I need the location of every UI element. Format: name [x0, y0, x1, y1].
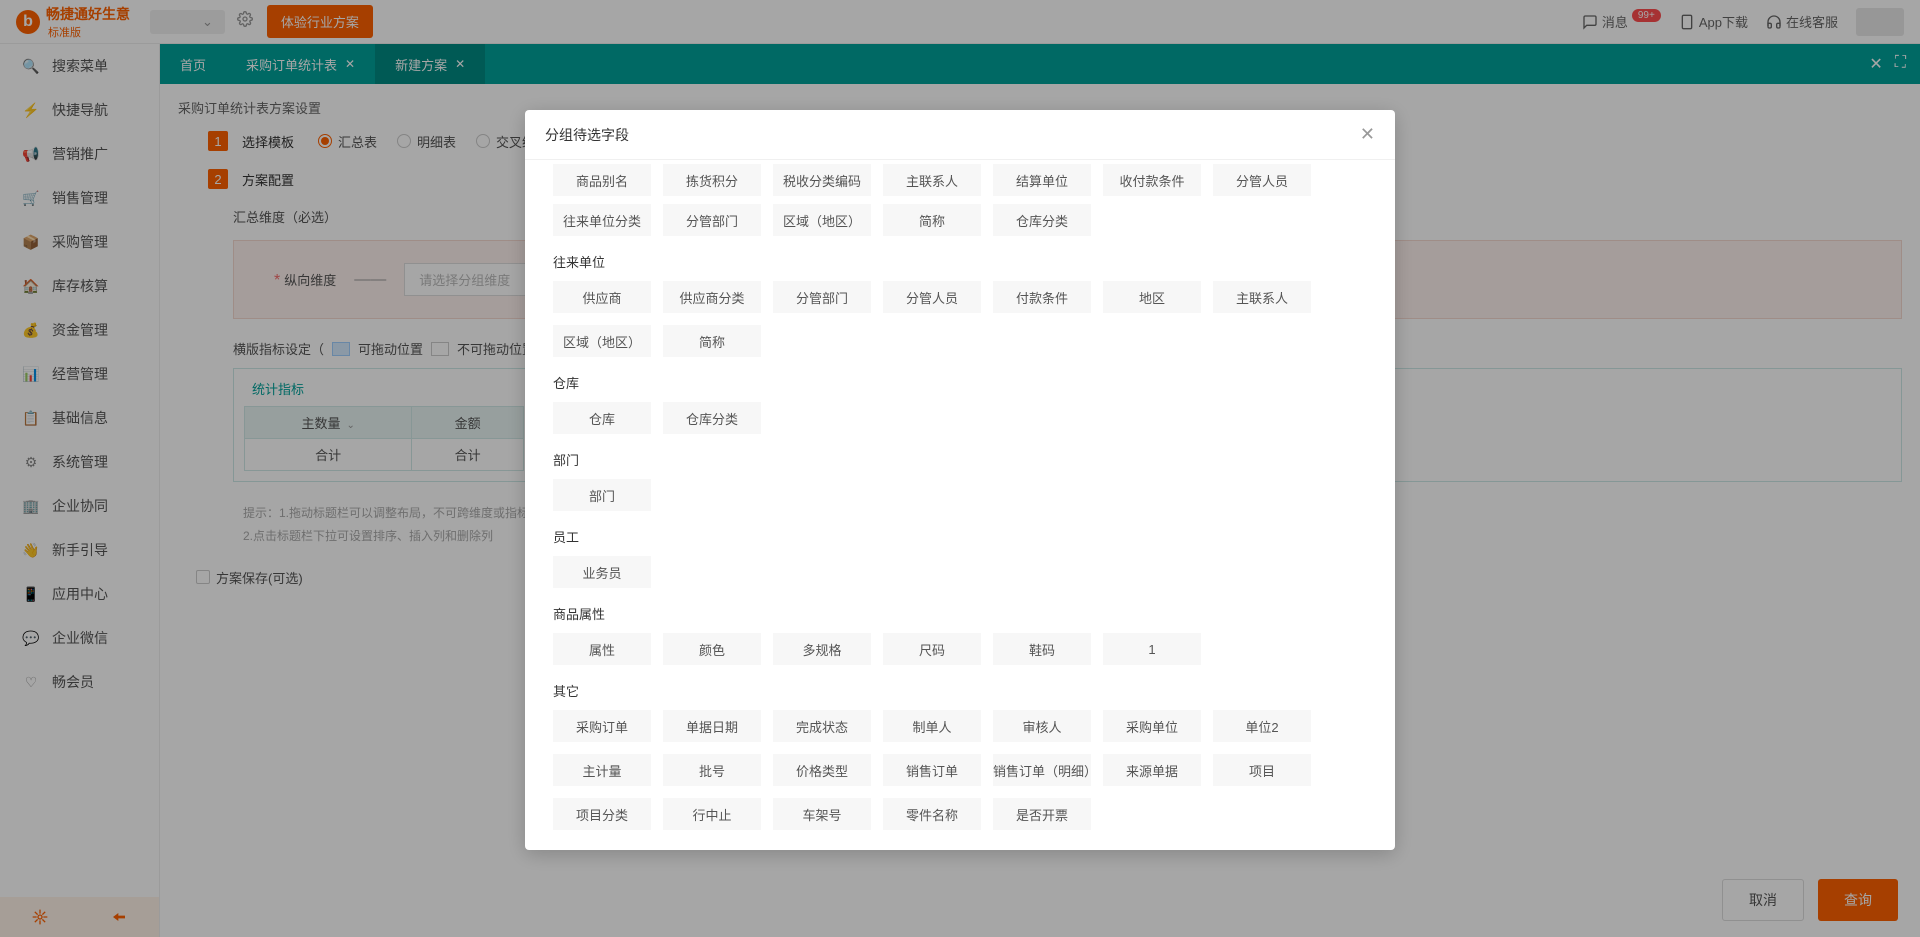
field-row: 商品别名拣货积分税收分类编码主联系人结算单位收付款条件分管人员 [553, 164, 1367, 196]
field-option[interactable]: 审核人 [993, 710, 1091, 742]
field-option[interactable]: 拣货积分 [663, 164, 761, 196]
field-option[interactable]: 供应商分类 [663, 281, 761, 313]
group-title: 仓库 [553, 373, 1367, 392]
field-option[interactable]: 主联系人 [1213, 281, 1311, 313]
field-option[interactable]: 仓库 [553, 402, 651, 434]
field-option[interactable]: 尺码 [883, 633, 981, 665]
field-option[interactable]: 是否开票 [993, 798, 1091, 830]
group-title: 商品属性 [553, 604, 1367, 623]
field-row: 属性颜色多规格尺码鞋码 1 [553, 633, 1367, 665]
field-option[interactable]: 批号 [663, 754, 761, 786]
field-option[interactable]: 付款条件 [993, 281, 1091, 313]
field-option[interactable]: 车架号 [773, 798, 871, 830]
field-option[interactable]: 商品别名 [553, 164, 651, 196]
field-option[interactable]: 简称 [883, 204, 981, 236]
field-option[interactable]: 区域（地区） [773, 204, 871, 236]
field-option[interactable]: 简称 [663, 325, 761, 357]
field-row: 往来单位分类分管部门区域（地区） 简称仓库分类 [553, 204, 1367, 236]
field-option[interactable]: 多规格 [773, 633, 871, 665]
field-option[interactable]: 业务员 [553, 556, 651, 588]
field-option[interactable]: 分管人员 [883, 281, 981, 313]
group-title: 往来单位 [553, 252, 1367, 271]
field-option[interactable]: 行中止 [663, 798, 761, 830]
group-title: 部门 [553, 450, 1367, 469]
field-option[interactable]: 往来单位分类 [553, 204, 651, 236]
modal-header: 分组待选字段 ✕ [525, 110, 1395, 160]
field-row: 采购订单单据日期完成状态制单人审核人采购单位单位2 主计量批号价格类型销售订单销售… [553, 710, 1367, 830]
field-option[interactable]: 项目 [1213, 754, 1311, 786]
field-option[interactable]: 销售订单 [883, 754, 981, 786]
field-option[interactable]: 结算单位 [993, 164, 1091, 196]
field-option[interactable]: 供应商 [553, 281, 651, 313]
horizontal-scrollbar[interactable] [525, 840, 1395, 850]
field-option[interactable]: 区域（地区） [553, 325, 651, 357]
field-option[interactable]: 单据日期 [663, 710, 761, 742]
field-option[interactable]: 地区 [1103, 281, 1201, 313]
field-option[interactable]: 主联系人 [883, 164, 981, 196]
field-option[interactable]: 仓库分类 [663, 402, 761, 434]
field-option[interactable]: 采购单位 [1103, 710, 1201, 742]
field-option[interactable]: 完成状态 [773, 710, 871, 742]
modal-body: 商品别名拣货积分税收分类编码主联系人结算单位收付款条件分管人员往来单位分类分管部… [525, 160, 1395, 840]
field-selection-modal: 分组待选字段 ✕ 商品别名拣货积分税收分类编码主联系人结算单位收付款条件分管人员… [525, 110, 1395, 850]
field-option[interactable]: 项目分类 [553, 798, 651, 830]
field-option[interactable]: 属性 [553, 633, 651, 665]
field-option[interactable]: 颜色 [663, 633, 761, 665]
field-row: 供应商供应商分类分管部门分管人员付款条件地区主联系人区域（地区） 简称 [553, 281, 1367, 357]
field-option[interactable]: 采购订单 [553, 710, 651, 742]
field-option[interactable]: 零件名称 [883, 798, 981, 830]
field-option[interactable]: 制单人 [883, 710, 981, 742]
field-option[interactable]: 销售订单（明细） [993, 754, 1091, 786]
field-option[interactable]: 价格类型 [773, 754, 871, 786]
field-option[interactable]: 税收分类编码 [773, 164, 871, 196]
group-title: 其它 [553, 681, 1367, 700]
field-option[interactable]: 鞋码 [993, 633, 1091, 665]
modal-title: 分组待选字段 [545, 125, 629, 145]
field-option[interactable]: 收付款条件 [1103, 164, 1201, 196]
field-row: 仓库仓库分类 [553, 402, 1367, 434]
field-option[interactable]: 来源单据 [1103, 754, 1201, 786]
field-option[interactable]: 部门 [553, 479, 651, 511]
field-option[interactable]: 分管人员 [1213, 164, 1311, 196]
field-row: 业务员 [553, 556, 1367, 588]
field-option[interactable]: 1 [1103, 633, 1201, 665]
field-option[interactable]: 仓库分类 [993, 204, 1091, 236]
field-option[interactable]: 主计量 [553, 754, 651, 786]
group-title: 员工 [553, 527, 1367, 546]
field-option[interactable]: 分管部门 [663, 204, 761, 236]
field-option[interactable]: 单位2 [1213, 710, 1311, 742]
field-option[interactable]: 分管部门 [773, 281, 871, 313]
field-row: 部门 [553, 479, 1367, 511]
close-icon[interactable]: ✕ [1360, 124, 1375, 145]
